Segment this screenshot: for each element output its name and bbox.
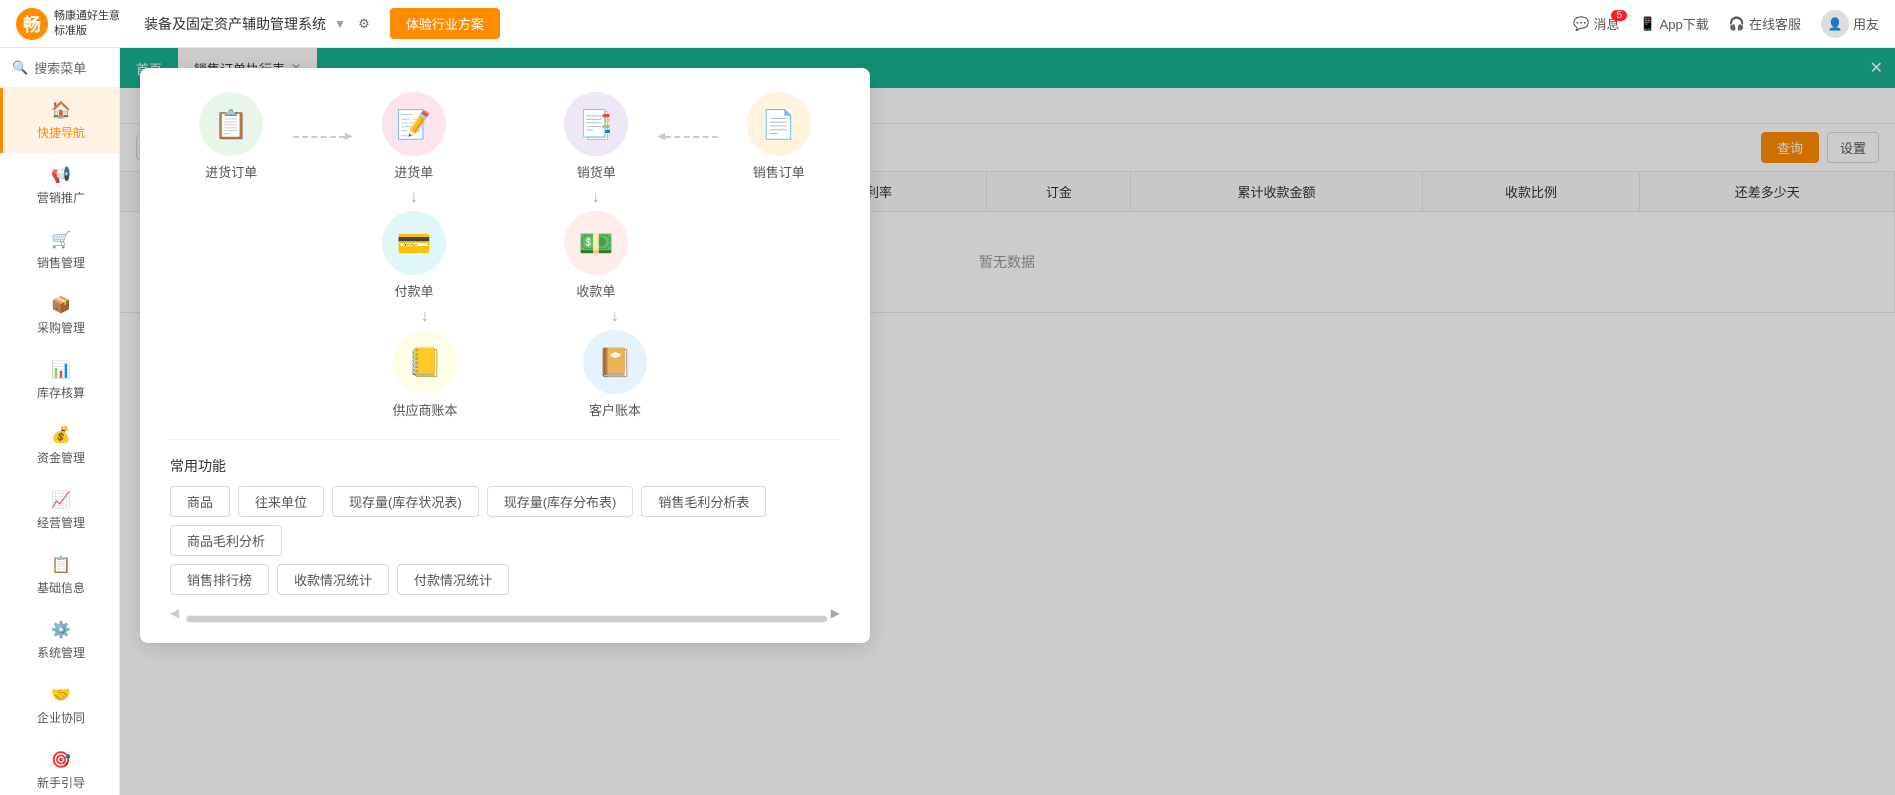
flow-node-sales-order[interactable]: 📄 销售订单 — [718, 92, 841, 181]
func-btn-product-margin[interactable]: 商品毛利分析 — [170, 525, 282, 556]
func-btn-sales-margin[interactable]: 销售毛利分析表 — [641, 486, 766, 517]
scroll-right-icon[interactable]: ▶ — [831, 606, 840, 620]
top-header: 畅 畅康通好生意 标准版 装备及固定资产辅助管理系统 ▼ ⚙ 体验行业方案 💬 … — [0, 0, 1895, 48]
sales-icon: 🛒 — [51, 230, 71, 250]
purchase-bill-circle[interactable]: 📝 — [382, 92, 446, 156]
scroll-left-icon[interactable]: ◀ — [170, 606, 179, 620]
sidebar-item-quick[interactable]: 🏠 快捷导航 — [0, 88, 119, 153]
logo-icon: 畅 — [16, 8, 48, 40]
quick-popup: 📋 进货订单 ▶ 📝 进货单 📑 — [140, 68, 870, 643]
scrollbar-thumb — [187, 616, 827, 622]
newbie-icon: 🎯 — [51, 750, 71, 770]
logo-text: 畅康通好生意 标准版 — [54, 9, 120, 38]
flow-node-purchase-bill[interactable]: 📝 进货单 — [353, 92, 476, 181]
phone-icon: 📱 — [1639, 16, 1655, 32]
supplier-ledger-circle[interactable]: 📒 — [393, 330, 457, 394]
sidebar-item-inventory[interactable]: 📊 库存核算 — [0, 348, 119, 413]
purchase-order-circle[interactable]: 📋 — [199, 92, 263, 156]
inventory-icon: 📊 — [51, 360, 71, 380]
down-arrow-sales-bill: ↓ — [534, 189, 658, 207]
marketing-icon: 📢 — [51, 165, 71, 185]
message-button[interactable]: 💬 消息 5 — [1573, 14, 1619, 33]
customer-ledger-circle[interactable]: 📔 — [583, 330, 647, 394]
func-btn-sales-ranking[interactable]: 销售排行榜 — [170, 564, 269, 595]
flow-node-receipt[interactable]: 💵 收款单 — [534, 211, 658, 300]
headset-icon: 🎧 — [1729, 16, 1745, 32]
payment-circle[interactable]: 💳 — [382, 211, 446, 275]
sidebar-item-finance[interactable]: 💰 资金管理 — [0, 413, 119, 478]
flow-row-1: 📋 进货订单 ▶ 📝 进货单 📑 — [170, 92, 840, 181]
header-right: 💬 消息 5 📱 App下载 🎧 在线客服 👤 用友 — [1573, 10, 1879, 38]
search-menu[interactable]: 🔍 搜索菜单 — [0, 48, 119, 88]
flow-node-sales-bill[interactable]: 📑 销货单 — [535, 92, 658, 181]
sidebar-item-basic[interactable]: 📋 基础信息 — [0, 543, 119, 608]
arrow-right-1: ▶ — [293, 131, 353, 142]
common-functions: 常用功能 商品 往来单位 现存量(库存状况表) 现存量(库存分布表) 销售毛利分… — [170, 439, 840, 595]
func-btn-stock-status[interactable]: 现存量(库存状况表) — [332, 486, 479, 517]
flow-row-2: 💳 付款单 💵 收款单 — [170, 211, 840, 300]
online-service-button[interactable]: 🎧 在线客服 — [1729, 14, 1801, 33]
func-btn-payment-stats[interactable]: 付款情况统计 — [397, 564, 509, 595]
app-download-button[interactable]: 📱 App下载 — [1639, 14, 1708, 33]
finance-icon: 💰 — [51, 425, 71, 445]
receipt-circle[interactable]: 💵 — [564, 211, 628, 275]
avatar: 👤 — [1821, 10, 1849, 38]
message-badge: 5 — [1611, 10, 1627, 21]
popup-scrollbar-area: ◀ ▶ — [170, 603, 840, 623]
down-arrow-purchase-bill: ↓ — [352, 189, 476, 207]
flow-node-customer-ledger[interactable]: 📔 客户账本 — [550, 330, 680, 419]
settings-icon[interactable]: ⚙ — [350, 10, 378, 38]
flow-node-payment[interactable]: 💳 付款单 — [352, 211, 476, 300]
sales-bill-circle[interactable]: 📑 — [564, 92, 628, 156]
sidebar-item-sales[interactable]: 🛒 销售管理 — [0, 218, 119, 283]
arrow-left-1: ◀ — [658, 131, 718, 142]
system-name: 装备及固定资产辅助管理系统 ▼ — [144, 14, 346, 34]
func-btn-receipt-stats[interactable]: 收款情况统计 — [277, 564, 389, 595]
message-icon: 💬 — [1573, 16, 1589, 32]
logo-area: 畅 畅康通好生意 标准版 — [16, 8, 136, 40]
flow-node-purchase-order[interactable]: 📋 进货订单 — [170, 92, 293, 181]
purchase-icon: 📦 — [51, 295, 71, 315]
down-arrows-row: ↓ ↓ — [170, 189, 840, 207]
user-menu[interactable]: 👤 用友 — [1821, 10, 1879, 38]
quick-icon: 🏠 — [51, 100, 71, 120]
sidebar-item-marketing[interactable]: 📢 营销推广 — [0, 153, 119, 218]
common-functions-title: 常用功能 — [170, 456, 840, 476]
func-btn-stock-distribution[interactable]: 现存量(库存分布表) — [487, 486, 634, 517]
func-buttons-row2: 销售排行榜 收款情况统计 付款情况统计 — [170, 564, 840, 595]
sales-order-circle[interactable]: 📄 — [747, 92, 811, 156]
sidebar-item-purchase[interactable]: 📦 采购管理 — [0, 283, 119, 348]
basic-icon: 📋 — [51, 555, 71, 575]
enterprise-icon: 🤝 — [51, 685, 71, 705]
dropdown-arrow-icon[interactable]: ▼ — [334, 17, 346, 31]
sidebar-item-newbie[interactable]: 🎯 新手引导 — [0, 738, 119, 795]
system-icon: ⚙️ — [51, 620, 71, 640]
flow-node-supplier-ledger[interactable]: 📒 供应商账本 — [360, 330, 490, 419]
popup-scrollbar[interactable] — [185, 615, 825, 623]
overlay[interactable]: 📋 进货订单 ▶ 📝 进货单 📑 — [120, 48, 1895, 795]
sidebar-item-enterprise[interactable]: 🤝 企业协同 — [0, 673, 119, 738]
sidebar: 🔍 搜索菜单 🏠 快捷导航 📢 营销推广 🛒 销售管理 📦 采购管理 📊 库存核… — [0, 48, 120, 795]
flow-row-3: 📒 供应商账本 📔 客户账本 — [170, 330, 840, 419]
experience-button[interactable]: 体验行业方案 — [390, 8, 500, 39]
search-icon: 🔍 — [12, 60, 28, 76]
func-btn-partner[interactable]: 往来单位 — [238, 486, 324, 517]
operation-icon: 📈 — [51, 490, 71, 510]
down-arrows-row-2: ↓ ↓ — [170, 308, 840, 326]
func-buttons-row1: 商品 往来单位 现存量(库存状况表) 现存量(库存分布表) 销售毛利分析表 商品… — [170, 486, 840, 556]
func-btn-product[interactable]: 商品 — [170, 486, 230, 517]
sidebar-item-operation[interactable]: 📈 经营管理 — [0, 478, 119, 543]
sidebar-item-system[interactable]: ⚙️ 系统管理 — [0, 608, 119, 673]
